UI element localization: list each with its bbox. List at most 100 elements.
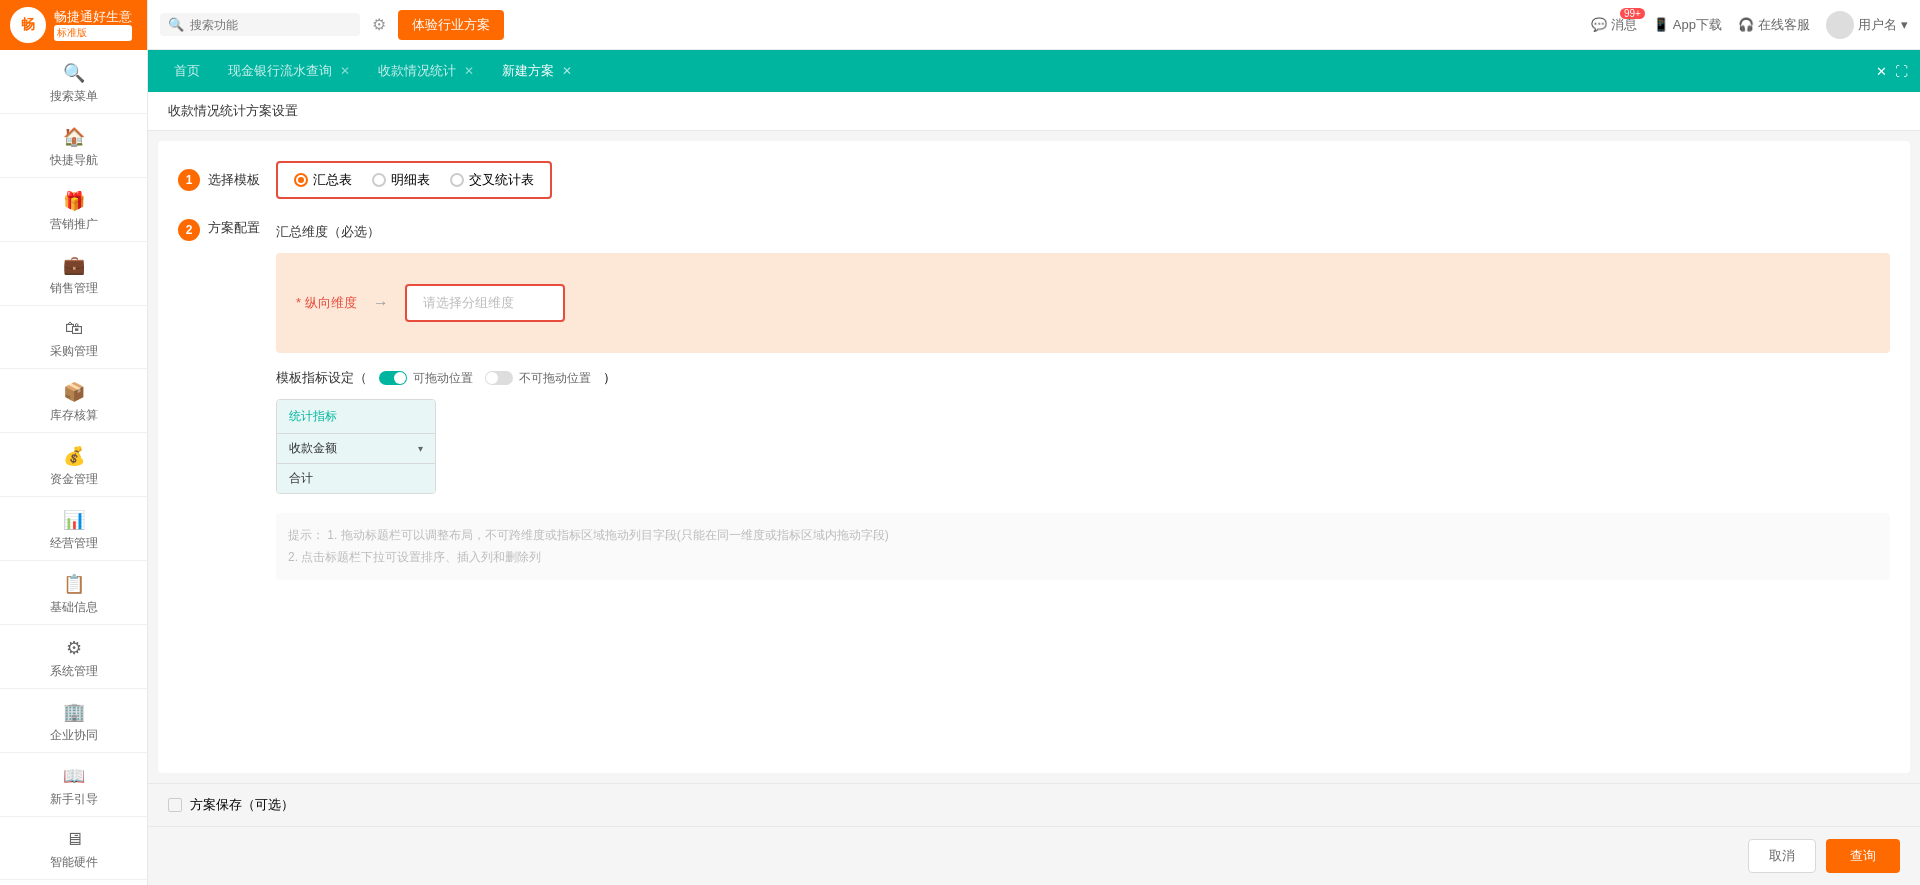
notification-icon: 💬 (1591, 17, 1607, 32)
support-label: 在线客服 (1758, 16, 1810, 34)
sidebar-item-system[interactable]: ⚙ 系统管理 (0, 625, 147, 689)
chevron-down-icon: ▾ (1901, 17, 1908, 32)
sidebar-logo: 畅 畅捷通好生意 标准版 (0, 0, 147, 50)
tab-bank-flow[interactable]: 现金银行流水查询 ✕ (214, 54, 364, 88)
home-icon: 🏠 (63, 126, 85, 148)
sidebar-nav: 🔍 搜索菜单 🏠 快捷导航 🎁 营销推广 💼 销售管理 🛍 采购管理 📦 库存核… (0, 50, 147, 885)
toggle-draggable-dot[interactable] (379, 371, 407, 385)
arrow-icon: → (373, 294, 389, 312)
radio-summary[interactable]: 汇总表 (294, 171, 352, 189)
sidebar-item-basic-info[interactable]: 📋 基础信息 (0, 561, 147, 625)
guide-icon: 📖 (63, 765, 85, 787)
step2-number: 2 (178, 219, 200, 241)
user-avatar[interactable]: 用户名 ▾ (1826, 11, 1908, 39)
enterprise-icon: 🏢 (63, 701, 85, 723)
indicator-name: 收款金额 (289, 440, 337, 457)
radio-detail-circle (372, 173, 386, 187)
indicator-table: 统计指标 收款金额 ▾ 合计 (276, 399, 436, 494)
header-right: 💬 消息 99+ 📱 App下载 🎧 在线客服 用户名 ▾ (1591, 11, 1908, 39)
indicator-subtotal: 合计 (277, 464, 435, 493)
tab-collection-stats-label: 收款情况统计 (378, 62, 456, 80)
close-icon[interactable]: ✕ (464, 64, 474, 78)
step2-label: 方案配置 (208, 219, 260, 237)
step2-content: 汇总维度（必选） * 纵向维度 → 请选择分组维度 模板指标设定（ 可拖动位置 (276, 223, 1890, 580)
sidebar-item-enterprise[interactable]: 🏢 企业协同 (0, 689, 147, 753)
search-menu-icon: 🔍 (63, 62, 85, 84)
search-icon: 🔍 (168, 17, 184, 32)
sidebar-item-guide[interactable]: 📖 新手引导 (0, 753, 147, 817)
tips-line1: 提示： 1. 拖动标题栏可以调整布局，不可跨维度或指标区域拖动列目字段(只能在同… (288, 525, 1878, 547)
window-close-icon[interactable]: ✕ (1876, 64, 1887, 79)
tab-collection-stats[interactable]: 收款情况统计 ✕ (364, 54, 488, 88)
gift-icon: 🎁 (63, 190, 85, 212)
basic-info-icon: 📋 (63, 573, 85, 595)
sidebar-item-sales[interactable]: 💼 销售管理 (0, 242, 147, 306)
cancel-button[interactable]: 取消 (1748, 839, 1816, 873)
toggle-non-draggable-dot[interactable] (485, 371, 513, 385)
sidebar-item-quick-nav[interactable]: 🏠 快捷导航 (0, 114, 147, 178)
main-area: 🔍 ⚙ 体验行业方案 💬 消息 99+ 📱 App下载 🎧 在线客服 用户名 (148, 0, 1920, 885)
sidebar-item-label: 企业协同 (50, 727, 98, 744)
tips-section: 提示： 1. 拖动标题栏可以调整布局，不可跨维度或指标区域拖动列目字段(只能在同… (276, 513, 1890, 580)
download-label: App下载 (1673, 16, 1722, 34)
radio-cross[interactable]: 交叉统计表 (450, 171, 534, 189)
notification-item[interactable]: 💬 消息 99+ (1591, 16, 1637, 34)
sidebar-item-search-menu[interactable]: 🔍 搜索菜单 (0, 50, 147, 114)
summary-dimension-title: 汇总维度（必选） (276, 223, 1890, 241)
sidebar-item-marketing[interactable]: 🎁 营销推广 (0, 178, 147, 242)
tab-bar: 首页 现金银行流水查询 ✕ 收款情况统计 ✕ 新建方案 ✕ ✕ ⛶ (148, 50, 1920, 92)
tab-new-plan[interactable]: 新建方案 ✕ (488, 54, 586, 88)
save-checkbox[interactable] (168, 798, 182, 812)
close-icon[interactable]: ✕ (340, 64, 350, 78)
content-area: 收款情况统计方案设置 1 选择模板 汇总表 明细表 (148, 92, 1920, 885)
close-icon[interactable]: ✕ (562, 64, 572, 78)
close-paren: ） (603, 369, 616, 387)
form-section: 1 选择模板 汇总表 明细表 交叉统计表 (158, 141, 1910, 773)
save-label: 方案保存（可选） (190, 796, 294, 814)
sidebar-item-finance[interactable]: 💰 资金管理 (0, 433, 147, 497)
tab-home-label: 首页 (174, 62, 200, 80)
toggle-non-draggable[interactable]: 不可拖动位置 (485, 370, 591, 387)
step2-row: 2 方案配置 汇总维度（必选） * 纵向维度 → 请选择分组维度 模板指标设定（ (178, 219, 1890, 580)
window-expand-icon[interactable]: ⛶ (1895, 64, 1908, 79)
sidebar-item-wechat[interactable]: 💬 企业微信 (0, 880, 147, 885)
sidebar-item-label: 经营管理 (50, 535, 98, 552)
support-item[interactable]: 🎧 在线客服 (1738, 16, 1810, 34)
header-search-box[interactable]: 🔍 (160, 13, 360, 36)
template-radio-group: 汇总表 明细表 交叉统计表 (276, 161, 552, 199)
gear-icon[interactable]: ⚙ (372, 15, 386, 34)
finance-icon: 💰 (63, 445, 85, 467)
radio-summary-label: 汇总表 (313, 171, 352, 189)
sidebar-item-label: 采购管理 (50, 343, 98, 360)
sidebar: 畅 畅捷通好生意 标准版 🔍 搜索菜单 🏠 快捷导航 🎁 营销推广 💼 销售管理… (0, 0, 148, 885)
radio-detail-label: 明细表 (391, 171, 430, 189)
toggle-draggable[interactable]: 可拖动位置 (379, 370, 473, 387)
indicator-cell-head: 收款金额 ▾ (277, 434, 435, 464)
support-icon: 🎧 (1738, 17, 1754, 32)
sidebar-item-label: 资金管理 (50, 471, 98, 488)
page-title: 收款情况统计方案设置 (148, 92, 1920, 131)
sidebar-item-label: 新手引导 (50, 791, 98, 808)
inventory-icon: 📦 (63, 381, 85, 403)
sidebar-item-label: 系统管理 (50, 663, 98, 680)
download-item[interactable]: 📱 App下载 (1653, 16, 1722, 34)
sidebar-item-inventory[interactable]: 📦 库存核算 (0, 369, 147, 433)
tab-home[interactable]: 首页 (160, 54, 214, 88)
header: 🔍 ⚙ 体验行业方案 💬 消息 99+ 📱 App下载 🎧 在线客服 用户名 (148, 0, 1920, 50)
try-industry-button[interactable]: 体验行业方案 (398, 10, 504, 40)
search-input[interactable] (190, 18, 330, 32)
sidebar-item-label: 销售管理 (50, 280, 98, 297)
purchase-icon: 🛍 (65, 318, 83, 339)
sidebar-item-purchase[interactable]: 🛍 采购管理 (0, 306, 147, 369)
radio-detail[interactable]: 明细表 (372, 171, 430, 189)
sidebar-item-operations[interactable]: 📊 经营管理 (0, 497, 147, 561)
query-button[interactable]: 查询 (1826, 839, 1900, 873)
indicator-table-header: 统计指标 (277, 400, 435, 434)
dimension-select[interactable]: 请选择分组维度 (405, 284, 565, 322)
sidebar-item-label: 快捷导航 (50, 152, 98, 169)
tab-new-plan-label: 新建方案 (502, 62, 554, 80)
indicator-dropdown-icon[interactable]: ▾ (418, 443, 423, 454)
sidebar-item-hardware[interactable]: 🖥 智能硬件 (0, 817, 147, 880)
save-option-bar: 方案保存（可选） (148, 783, 1920, 826)
step1-label: 选择模板 (208, 171, 260, 189)
